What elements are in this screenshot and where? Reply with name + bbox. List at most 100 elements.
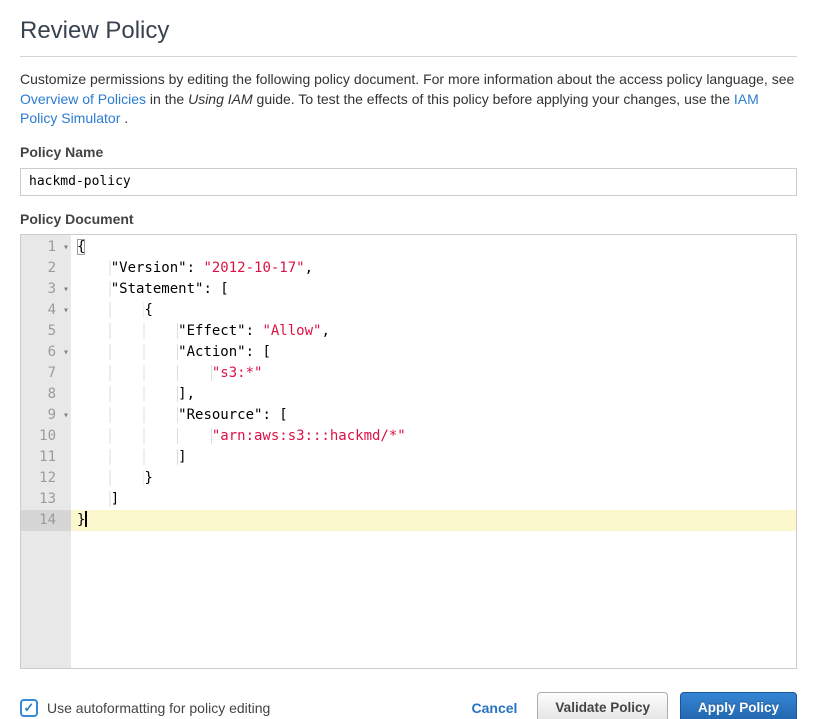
code-token: }: [77, 512, 85, 528]
intro-text: Customize permissions by editing the fol…: [20, 70, 797, 129]
code-token: [77, 344, 178, 360]
gutter-cell: 6▾: [21, 342, 71, 363]
gutter-cell: 7: [21, 363, 71, 384]
cancel-link[interactable]: Cancel: [472, 700, 518, 716]
code-token: ,: [305, 260, 313, 276]
bracket-highlight: {: [77, 239, 85, 255]
fold-caret-icon[interactable]: ▾: [63, 405, 69, 426]
code-line[interactable]: }: [71, 510, 796, 531]
editor-code[interactable]: { "Version": "2012-10-17", "Statement": …: [71, 235, 796, 668]
string-token: "2012-10-17": [203, 260, 304, 276]
code-line[interactable]: "s3:*": [71, 363, 796, 384]
string-token: "Allow": [262, 323, 321, 339]
key-token: "Effect": [178, 323, 245, 339]
string-token: "s3:*": [212, 365, 263, 381]
code-token: [77, 302, 144, 318]
fold-caret-icon[interactable]: ▾: [63, 279, 69, 300]
key-token: "Version": [111, 260, 187, 276]
code-line[interactable]: {: [71, 237, 796, 258]
line-number: 10: [39, 428, 56, 444]
code-line[interactable]: "Action": [: [71, 342, 796, 363]
code-line[interactable]: "Effect": "Allow",: [71, 321, 796, 342]
gutter-cell: 10: [21, 426, 71, 447]
code-token: [77, 491, 111, 507]
text-cursor: [85, 511, 87, 527]
gutter-cell: 2: [21, 258, 71, 279]
code-token: : [: [262, 407, 287, 423]
line-number: 14: [39, 512, 56, 528]
fold-caret-icon[interactable]: ▾: [63, 300, 69, 321]
policy-document-label: Policy Document: [20, 211, 797, 227]
code-token: ,: [321, 323, 329, 339]
gutter-cell: 4▾: [21, 300, 71, 321]
code-line[interactable]: ]: [71, 489, 796, 510]
page-title: Review Policy: [20, 17, 797, 57]
code-token: : [: [203, 281, 228, 297]
gutter-cell: 1▾: [21, 237, 71, 258]
overview-of-policies-link[interactable]: Overview of Policies: [20, 91, 146, 107]
code-token: [77, 260, 111, 276]
fold-caret-icon[interactable]: ▾: [63, 237, 69, 258]
gutter-cell: 11: [21, 447, 71, 468]
gutter-cell: 3▾: [21, 279, 71, 300]
gutter-cell: 8: [21, 384, 71, 405]
code-token: [77, 407, 178, 423]
code-line[interactable]: "arn:aws:s3:::hackmd/*": [71, 426, 796, 447]
key-token: "Resource": [178, 407, 262, 423]
footer-actions: Cancel Validate Policy Apply Policy: [472, 692, 798, 719]
italic-text: Using IAM: [188, 91, 253, 107]
code-token: ],: [178, 386, 195, 402]
intro-segment: guide. To test the effects of this polic…: [253, 91, 734, 107]
line-number: 8: [48, 386, 56, 402]
checkmark-icon: ✓: [24, 701, 35, 714]
policy-editor[interactable]: 1▾23▾4▾56▾789▾1011121314 { "Version": "2…: [20, 234, 797, 669]
key-token: "Statement": [111, 281, 204, 297]
review-policy-page: Review Policy Customize permissions by e…: [0, 0, 814, 719]
key-token: "Action": [178, 344, 245, 360]
code-token: [77, 365, 212, 381]
code-line[interactable]: ],: [71, 384, 796, 405]
line-number: 7: [48, 365, 56, 381]
gutter-cell: 12: [21, 468, 71, 489]
code-line[interactable]: }: [71, 468, 796, 489]
intro-segment: in the: [146, 91, 188, 107]
validate-policy-button[interactable]: Validate Policy: [537, 692, 668, 719]
intro-segment: Customize permissions by editing the fol…: [20, 71, 794, 87]
line-number: 9: [48, 407, 56, 423]
autoformat-label: Use autoformatting for policy editing: [47, 700, 270, 716]
code-line[interactable]: ]: [71, 447, 796, 468]
string-token: "arn:aws:s3:::hackmd/*": [212, 428, 406, 444]
code-line[interactable]: "Version": "2012-10-17",: [71, 258, 796, 279]
apply-policy-button[interactable]: Apply Policy: [680, 692, 797, 719]
line-number: 3: [48, 281, 56, 297]
code-token: [77, 386, 178, 402]
line-number: 6: [48, 344, 56, 360]
code-token: ]: [178, 449, 186, 465]
line-number: 4: [48, 302, 56, 318]
code-line[interactable]: {: [71, 300, 796, 321]
gutter-cell: 14: [21, 510, 71, 531]
line-number: 11: [39, 449, 56, 465]
gutter-cell: 5: [21, 321, 71, 342]
line-number: 13: [39, 491, 56, 507]
code-token: {: [144, 302, 152, 318]
code-token: :: [187, 260, 204, 276]
code-token: :: [246, 323, 263, 339]
line-number: 1: [48, 239, 56, 255]
line-number: 12: [39, 470, 56, 486]
code-token: [77, 470, 144, 486]
autoformat-toggle[interactable]: ✓ Use autoformatting for policy editing: [20, 699, 270, 717]
policy-name-input[interactable]: [20, 168, 797, 196]
line-number: 5: [48, 323, 56, 339]
line-number: 2: [48, 260, 56, 276]
code-token: [77, 449, 178, 465]
code-line[interactable]: "Resource": [: [71, 405, 796, 426]
gutter-cell: 9▾: [21, 405, 71, 426]
code-token: ]: [111, 491, 119, 507]
policy-name-label: Policy Name: [20, 144, 797, 160]
fold-caret-icon[interactable]: ▾: [63, 342, 69, 363]
code-token: [77, 281, 111, 297]
code-line[interactable]: "Statement": [: [71, 279, 796, 300]
autoformat-checkbox[interactable]: ✓: [20, 699, 38, 717]
code-token: [77, 428, 212, 444]
